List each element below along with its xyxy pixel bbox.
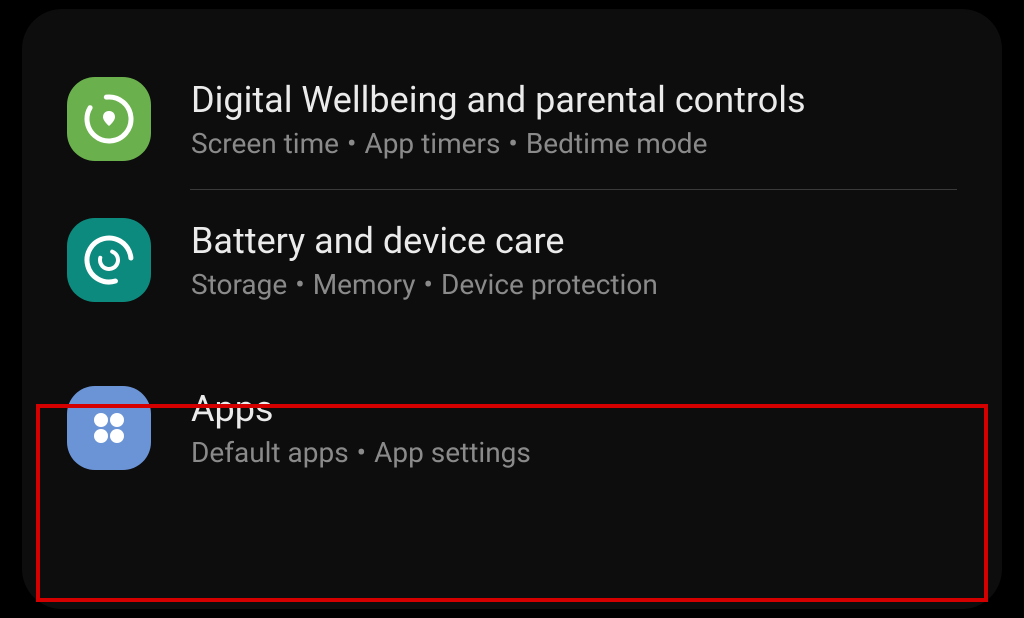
item-content: Digital Wellbeing and parental controls … (191, 79, 957, 160)
device-care-icon (67, 218, 151, 302)
wellbeing-icon (67, 77, 151, 161)
settings-item-battery-device-care[interactable]: Battery and device care Storage•Memory•D… (22, 190, 1002, 330)
settings-item-apps[interactable]: Apps Default apps•App settings (22, 358, 1002, 498)
item-subtitle: Screen time•App timers•Bedtime mode (191, 127, 957, 160)
item-subtitle: Default apps•App settings (191, 436, 957, 469)
item-title: Battery and device care (191, 220, 957, 262)
settings-list: Digital Wellbeing and parental controls … (22, 9, 1002, 609)
settings-item-digital-wellbeing[interactable]: Digital Wellbeing and parental controls … (22, 49, 1002, 189)
item-subtitle: Storage•Memory•Device protection (191, 268, 957, 301)
apps-icon (67, 386, 151, 470)
item-content: Battery and device care Storage•Memory•D… (191, 220, 957, 301)
item-content: Apps Default apps•App settings (191, 388, 957, 469)
item-title: Digital Wellbeing and parental controls (191, 79, 957, 121)
item-title: Apps (191, 388, 957, 430)
